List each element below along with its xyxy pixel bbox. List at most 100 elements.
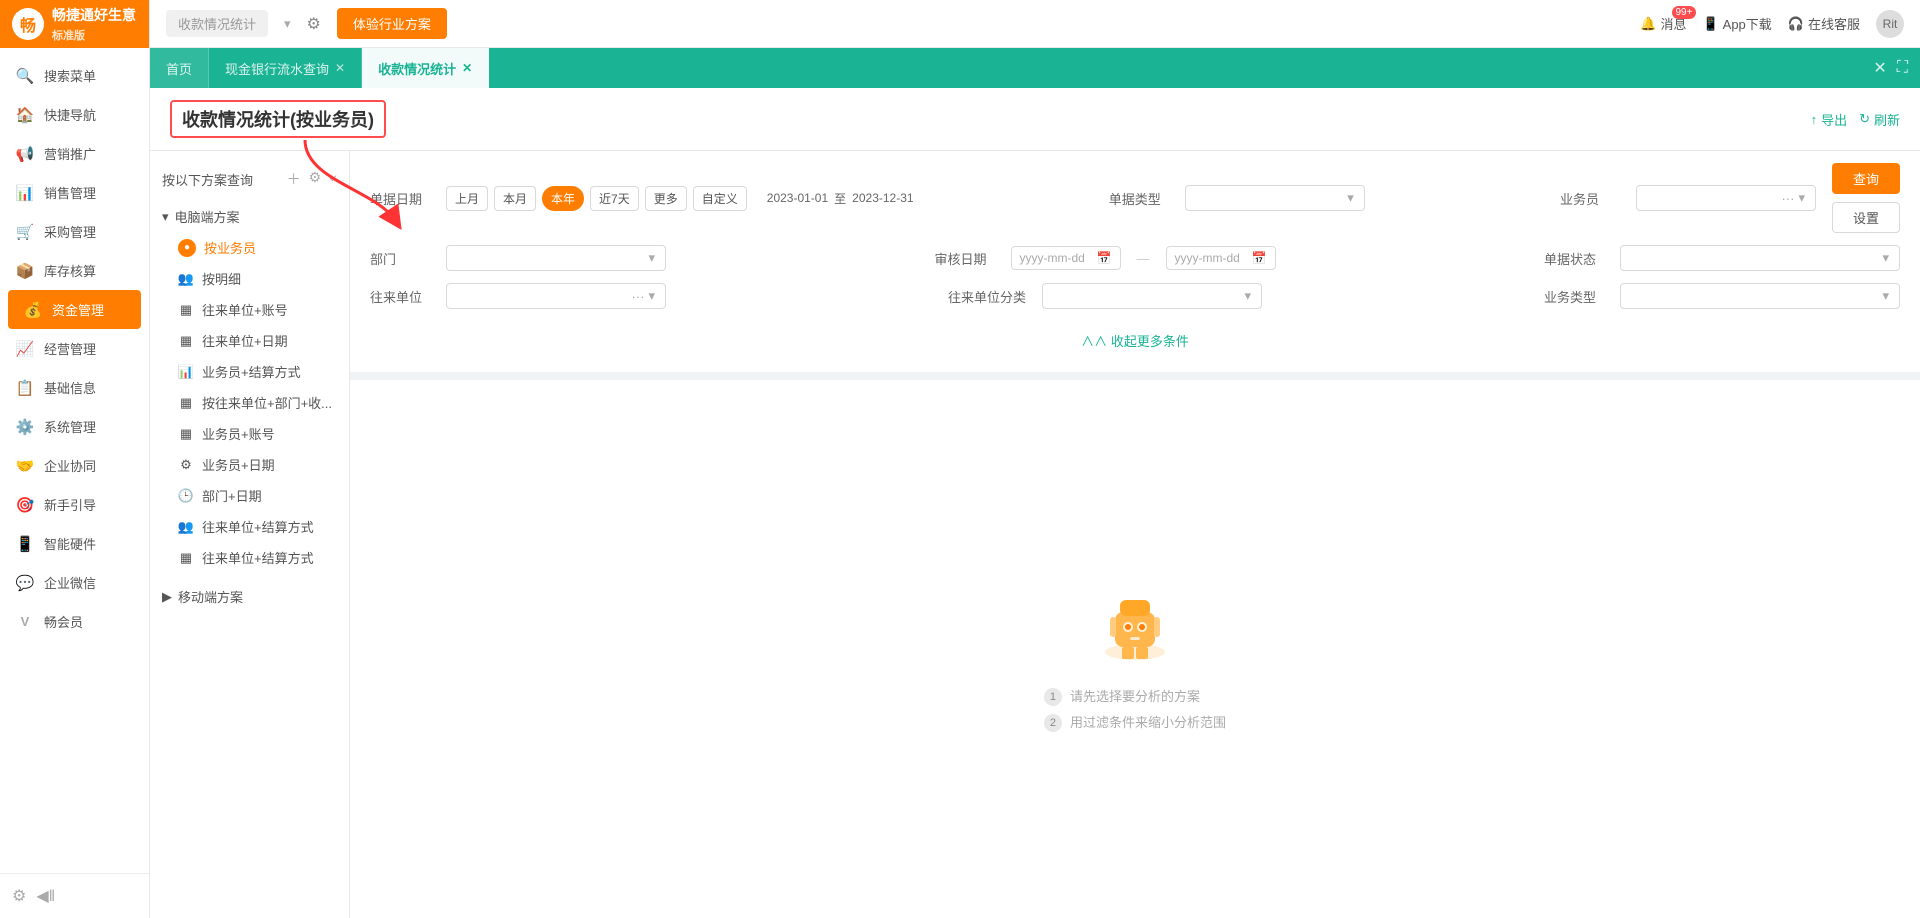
- scheme-label-detail: 按明细: [202, 269, 241, 288]
- salesman-label: 业务员: [1560, 189, 1620, 208]
- scheme-item-partner-dept[interactable]: ▦ 按往来单位+部门+收...: [150, 387, 349, 418]
- chevron-down-icon: ▾: [162, 209, 169, 225]
- calendar-to-icon[interactable]: 📅: [1252, 251, 1267, 265]
- settings-bottom-icon[interactable]: ⚙: [12, 886, 26, 906]
- date-btn-more[interactable]: 更多: [645, 186, 687, 211]
- app-download-button[interactable]: 📱 App下载: [1702, 14, 1771, 33]
- sidebar-label-wechat: 企业微信: [44, 573, 96, 592]
- scheme-item-partner-settle2[interactable]: ▦ 往来单位+结算方式: [150, 542, 349, 573]
- sidebar-item-sales[interactable]: 📊 销售管理: [0, 173, 149, 212]
- refresh-button[interactable]: ↻ 刷新: [1859, 110, 1900, 129]
- close-window-icon[interactable]: ✕: [1873, 58, 1886, 78]
- message-button[interactable]: 🔔 消息 99+: [1640, 14, 1686, 33]
- dept-label: 部门: [370, 249, 430, 268]
- sidebar-item-search[interactable]: 🔍 搜索菜单: [0, 56, 149, 95]
- doc-type-label: 单据类型: [1109, 189, 1169, 208]
- sidebar-item-hardware[interactable]: 📱 智能硬件: [0, 524, 149, 563]
- tab-bank-close-icon[interactable]: ✕: [335, 61, 345, 75]
- user-avatar[interactable]: Rit: [1876, 10, 1904, 38]
- expand-icon[interactable]: ⛶: [1897, 59, 1908, 77]
- partner-category-select[interactable]: ▾: [1042, 283, 1262, 309]
- sidebar-item-wechat[interactable]: 💬 企业微信: [0, 563, 149, 602]
- sidebar-item-purchase[interactable]: 🛒 采购管理: [0, 212, 149, 251]
- query-button[interactable]: 查询: [1832, 163, 1900, 194]
- sidebar-item-system[interactable]: ⚙️ 系统管理: [0, 407, 149, 446]
- scheme-item-detail[interactable]: 👥 按明细: [150, 263, 349, 294]
- sidebar-label-inventory: 库存核算: [44, 261, 96, 280]
- mobile-scheme-title[interactable]: ▶ 移动端方案: [150, 581, 349, 612]
- date-btn-7days[interactable]: 近7天: [590, 186, 639, 211]
- scheme-label-partner-date: 往来单位+日期: [202, 331, 288, 350]
- doc-type-arrow-icon: ▾: [1347, 190, 1354, 206]
- page-title: 收款情况统计(按业务员): [170, 100, 386, 138]
- chat-icon: 💬: [16, 574, 34, 592]
- scheme-item-dept-date[interactable]: 🕒 部门+日期: [150, 480, 349, 511]
- table-icon-3: ▦: [178, 395, 194, 411]
- salesman-select[interactable]: ··· ▾: [1636, 185, 1816, 211]
- collapse-sidebar-icon[interactable]: ◀‖: [36, 886, 55, 906]
- collapse-bar[interactable]: ∧∧ 收起更多条件: [370, 321, 1900, 360]
- partner-label: 往来单位: [370, 287, 430, 306]
- biz-type-select[interactable]: ▾: [1620, 283, 1900, 309]
- online-service-button[interactable]: 🎧 在线客服: [1788, 14, 1860, 33]
- audit-date-from-input[interactable]: yyyy-mm-dd 📅: [1011, 246, 1121, 270]
- sidebar-item-finance[interactable]: 💰 资金管理: [8, 290, 141, 329]
- dept-select[interactable]: ▾: [446, 245, 666, 271]
- tab-collect-close-icon[interactable]: ✕: [462, 61, 472, 75]
- partner-cat-arrow-icon: ▾: [1244, 288, 1251, 304]
- sidebar-item-guide[interactable]: 🎯 新手引导: [0, 485, 149, 524]
- sidebar-label-guide: 新手引导: [44, 495, 96, 514]
- empty-state: 1 请先选择要分析的方案 2 用过滤条件来缩小分析范围: [350, 380, 1920, 918]
- sidebar-item-quick[interactable]: 🏠 快捷导航: [0, 95, 149, 134]
- sidebar-item-inventory[interactable]: 📦 库存核算: [0, 251, 149, 290]
- date-btn-this-month[interactable]: 本月: [494, 186, 536, 211]
- settings-scheme-icon[interactable]: ⚙: [309, 169, 322, 189]
- calendar-from-icon[interactable]: 📅: [1097, 251, 1112, 265]
- clock-icon: 🕒: [178, 488, 194, 504]
- tab-home[interactable]: 首页: [150, 48, 209, 88]
- collapse-panel-icon[interactable]: «: [329, 169, 337, 189]
- doc-type-select[interactable]: ▾: [1185, 185, 1365, 211]
- table-icon-5: ▦: [178, 550, 194, 566]
- main-area: 收款情况统计 ▾ ⚙ 体验行业方案 🔔 消息 99+ 📱 App下载 🎧 在线客…: [150, 0, 1920, 918]
- handshake-icon: 🤝: [16, 457, 34, 475]
- filter-row-date: 单据日期 上月 本月 本年 近7天 更多 自定义 2023-01-01: [370, 163, 1900, 233]
- partner-select[interactable]: ··· ▾: [446, 283, 666, 309]
- setting-button[interactable]: 设置: [1832, 202, 1900, 233]
- scheme-item-salesman[interactable]: ● 按业务员: [150, 232, 349, 263]
- scheme-item-partner-settle1[interactable]: 👥 往来单位+结算方式: [150, 511, 349, 542]
- solution-button[interactable]: 体验行业方案: [337, 8, 447, 39]
- doc-status-select[interactable]: ▾: [1620, 245, 1900, 271]
- biz-type-arrow-icon: ▾: [1882, 288, 1889, 304]
- sidebar-item-basic[interactable]: 📋 基础信息: [0, 368, 149, 407]
- sidebar-item-member[interactable]: V 畅会员: [0, 602, 149, 641]
- sidebar-item-operation[interactable]: 📈 经营管理: [0, 329, 149, 368]
- scheme-item-salesman-date[interactable]: ⚙ 业务员+日期: [150, 449, 349, 480]
- cart-icon: 🛒: [16, 223, 34, 241]
- date-btn-this-year[interactable]: 本年: [542, 186, 584, 211]
- trend-icon: 📈: [16, 340, 34, 358]
- search-icon: 🔍: [16, 67, 34, 85]
- topbar-gear-icon[interactable]: ⚙: [307, 14, 321, 34]
- sidebar-label-system: 系统管理: [44, 417, 96, 436]
- sidebar-item-marketing[interactable]: 📢 营销推广: [0, 134, 149, 173]
- date-btn-last-month[interactable]: 上月: [446, 186, 488, 211]
- app-edition: 标准版: [52, 27, 136, 43]
- scheme-item-salesman-settle[interactable]: 📊 业务员+结算方式: [150, 356, 349, 387]
- add-scheme-icon[interactable]: ＋: [287, 169, 301, 189]
- tabbar-right: ✕ ⛶: [1861, 48, 1920, 88]
- scheme-item-partner-account[interactable]: ▦ 往来单位+账号: [150, 294, 349, 325]
- desktop-scheme-title[interactable]: ▾ 电脑端方案: [150, 201, 349, 232]
- audit-date-to-input[interactable]: yyyy-mm-dd 📅: [1166, 246, 1276, 270]
- date-btn-custom[interactable]: 自定义: [693, 186, 747, 211]
- scheme-label-partner-settle1: 往来单位+结算方式: [202, 517, 314, 536]
- sidebar-item-corp[interactable]: 🤝 企业协同: [0, 446, 149, 485]
- user-name: Rit: [1883, 17, 1898, 31]
- audit-date-from-placeholder: yyyy-mm-dd: [1020, 251, 1085, 265]
- scheme-item-salesman-account[interactable]: ▦ 业务员+账号: [150, 418, 349, 449]
- scheme-item-partner-date[interactable]: ▦ 往来单位+日期: [150, 325, 349, 356]
- tab-collect[interactable]: 收款情况统计 ✕: [362, 48, 489, 88]
- export-button[interactable]: ↑ 导出: [1811, 110, 1848, 129]
- tab-bank[interactable]: 现金银行流水查询 ✕: [209, 48, 362, 88]
- topbar-dropdown-arrow[interactable]: ▾: [284, 16, 291, 32]
